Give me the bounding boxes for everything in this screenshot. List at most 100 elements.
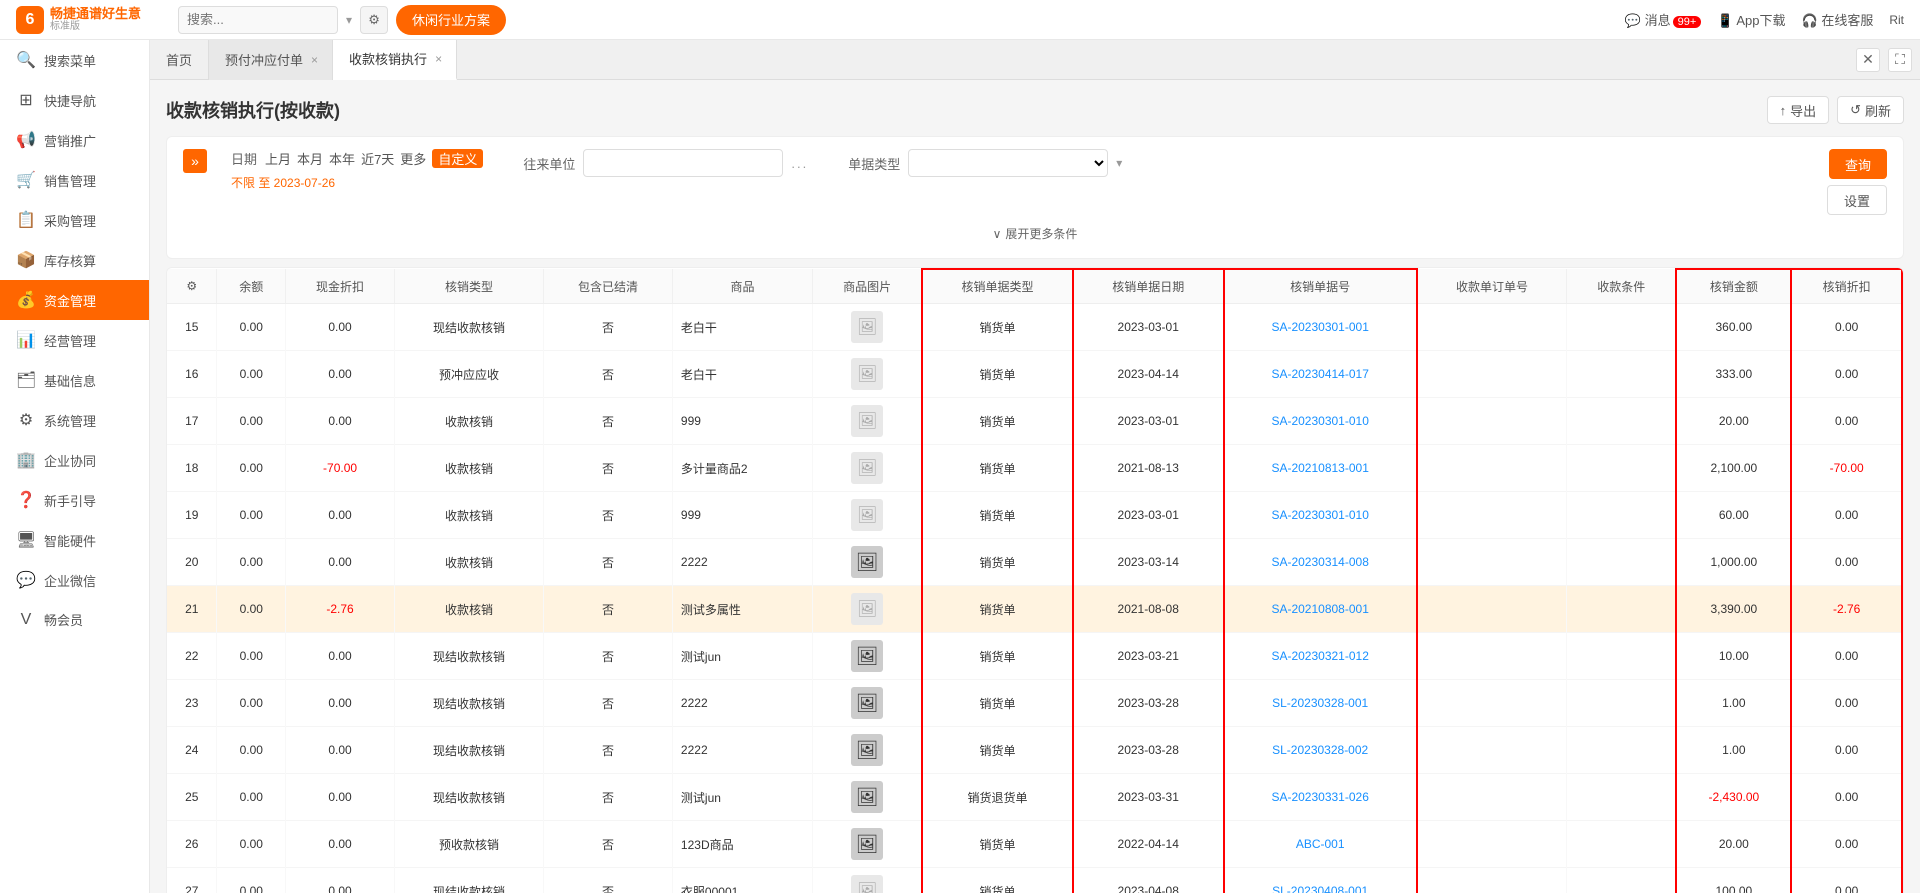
export-button[interactable]: ↑ 导出 bbox=[1767, 96, 1830, 124]
verify-no-cell[interactable]: SA-20210808-001 bbox=[1224, 586, 1417, 633]
refresh-button[interactable]: ↺ 刷新 bbox=[1837, 96, 1904, 124]
verify-no-cell[interactable]: SA-20230321-012 bbox=[1224, 633, 1417, 680]
sidebar-item-basic[interactable]: 🗂 基础信息 bbox=[0, 360, 149, 400]
verify-no-cell[interactable]: SA-20230331-026 bbox=[1224, 774, 1417, 821]
sidebar-item-label: 系统管理 bbox=[44, 411, 96, 430]
app-download-link[interactable]: 📱 App下载 bbox=[1717, 10, 1785, 29]
receipt-no-cell bbox=[1417, 304, 1567, 351]
chevron-down-icon: ▾ bbox=[1116, 156, 1122, 170]
settled-cell: 否 bbox=[544, 633, 673, 680]
page-actions: ↑ 导出 ↺ 刷新 bbox=[1767, 96, 1904, 124]
verify-date-cell: 2023-03-28 bbox=[1073, 680, 1224, 727]
verify-no-cell[interactable]: SL-20230328-001 bbox=[1224, 680, 1417, 727]
verify-date-cell: 2023-03-01 bbox=[1073, 398, 1224, 445]
date-last-month[interactable]: 上月 bbox=[265, 149, 291, 168]
cash-discount-cell: 0.00 bbox=[286, 774, 395, 821]
receipt-cond-cell bbox=[1567, 351, 1677, 398]
tab-close-window-button[interactable]: ✕ bbox=[1856, 48, 1880, 72]
building-icon: 🏢 bbox=[16, 450, 36, 470]
balance-cell: 0.00 bbox=[217, 539, 286, 586]
date-this-year[interactable]: 本年 bbox=[329, 149, 355, 168]
sidebar-item-hardware[interactable]: 🖥 智能硬件 bbox=[0, 520, 149, 560]
chart-icon: 📊 bbox=[16, 330, 36, 350]
verify-no-cell[interactable]: SA-20230301-010 bbox=[1224, 492, 1417, 539]
sidebar-item-label: 营销推广 bbox=[44, 131, 96, 150]
row-no: 20 bbox=[167, 539, 217, 586]
online-service-link[interactable]: 🎧 在线客服 bbox=[1802, 10, 1874, 29]
verify-doc-type-cell: 销货单 bbox=[922, 304, 1073, 351]
cash-discount-cell: 0.00 bbox=[286, 727, 395, 774]
sidebar-item-operation[interactable]: 📊 经营管理 bbox=[0, 320, 149, 360]
messages-link[interactable]: 💬 消息99+ bbox=[1625, 10, 1702, 29]
page-title: 收款核销执行(按收款) bbox=[166, 97, 340, 123]
monitor-icon: 🖥 bbox=[16, 530, 36, 550]
product-image-cell: 🖼 bbox=[813, 680, 923, 727]
verify-no-cell[interactable]: SA-20230314-008 bbox=[1224, 539, 1417, 586]
verify-no-cell[interactable]: SA-20230301-001 bbox=[1224, 304, 1417, 351]
verify-date-cell: 2021-08-13 bbox=[1073, 445, 1224, 492]
row-no: 23 bbox=[167, 680, 217, 727]
receipt-no-cell bbox=[1417, 492, 1567, 539]
product-image-cell: 🖼 bbox=[813, 351, 923, 398]
row-no: 19 bbox=[167, 492, 217, 539]
verify-doc-type-cell: 销货单 bbox=[922, 727, 1073, 774]
filter-collapse-button[interactable]: » bbox=[183, 149, 207, 173]
table-row: 19 0.00 0.00 收款核销 否 999 🖼 销货单 2023-03-01… bbox=[167, 492, 1902, 539]
verify-no-cell[interactable]: ABC-001 bbox=[1224, 821, 1417, 868]
sidebar-item-label: 经营管理 bbox=[44, 331, 96, 350]
receipt-cond-cell bbox=[1567, 586, 1677, 633]
sidebar-item-label: 基础信息 bbox=[44, 371, 96, 390]
industry-solution-button[interactable]: 休闲行业方案 bbox=[396, 5, 506, 35]
sidebar-item-system[interactable]: ⚙ 系统管理 bbox=[0, 400, 149, 440]
date-this-month[interactable]: 本月 bbox=[297, 149, 323, 168]
query-button[interactable]: 查询 bbox=[1829, 149, 1887, 179]
settled-cell: 否 bbox=[544, 727, 673, 774]
sidebar-item-member[interactable]: V 畅会员 bbox=[0, 600, 149, 639]
setting-button[interactable]: 设置 bbox=[1827, 185, 1887, 215]
verify-discount-cell: -70.00 bbox=[1791, 445, 1902, 492]
balance-cell: 0.00 bbox=[217, 492, 286, 539]
verify-no-cell[interactable]: SA-20210813-001 bbox=[1224, 445, 1417, 492]
table-row: 20 0.00 0.00 收款核销 否 2222 🖼 销货单 2023-03-1… bbox=[167, 539, 1902, 586]
tab-maximize-button[interactable]: ⛶ bbox=[1888, 48, 1912, 72]
sidebar-item-guide[interactable]: ❓ 新手引导 bbox=[0, 480, 149, 520]
verify-no-cell[interactable]: SL-20230408-001 bbox=[1224, 868, 1417, 893]
col-verify-date: 核销单据日期 bbox=[1073, 269, 1224, 304]
doc-type-filter-select[interactable] bbox=[908, 149, 1108, 177]
tab-receipt[interactable]: 收款核销执行 × bbox=[333, 40, 457, 80]
verify-no-cell[interactable]: SA-20230301-010 bbox=[1224, 398, 1417, 445]
verify-no-cell[interactable]: SL-20230328-002 bbox=[1224, 727, 1417, 774]
date-7days[interactable]: 近7天 bbox=[361, 149, 394, 168]
tab-receipt-close[interactable]: × bbox=[433, 50, 444, 68]
sidebar-item-corp[interactable]: 🏢 企业协同 bbox=[0, 440, 149, 480]
verify-amount-cell: 2,100.00 bbox=[1676, 445, 1791, 492]
sidebar-item-purchase[interactable]: 📋 采购管理 bbox=[0, 200, 149, 240]
product-cell: 老白干 bbox=[672, 304, 812, 351]
verify-no-cell[interactable]: SA-20230414-017 bbox=[1224, 351, 1417, 398]
sidebar-item-search[interactable]: 🔍 搜索菜单 bbox=[0, 40, 149, 80]
product-image-cell: 🖼 bbox=[813, 727, 923, 774]
app-version: 标准版 bbox=[50, 21, 141, 33]
sidebar-item-quick-nav[interactable]: ⊞ 快捷导航 bbox=[0, 80, 149, 120]
verify-discount-cell: 0.00 bbox=[1791, 304, 1902, 351]
sidebar-item-marketing[interactable]: 📢 营销推广 bbox=[0, 120, 149, 160]
partner-filter-input[interactable] bbox=[583, 149, 783, 177]
sidebar-item-inventory[interactable]: 📦 库存核算 bbox=[0, 240, 149, 280]
col-settings[interactable]: ⚙ bbox=[167, 269, 217, 304]
tab-home[interactable]: 首页 bbox=[150, 40, 209, 80]
cash-discount-cell: 0.00 bbox=[286, 680, 395, 727]
user-name[interactable]: Rit bbox=[1889, 13, 1904, 27]
sidebar-item-wechat[interactable]: 💬 企业微信 bbox=[0, 560, 149, 600]
date-more[interactable]: 更多 bbox=[400, 149, 426, 168]
expand-conditions-button[interactable]: ∨ 展开更多条件 bbox=[183, 221, 1887, 246]
tab-prepay-close[interactable]: × bbox=[309, 51, 320, 69]
tab-prepay[interactable]: 预付冲应付单 × bbox=[209, 40, 333, 80]
sidebar-item-finance[interactable]: 💰 资金管理 bbox=[0, 280, 149, 320]
date-custom[interactable]: 自定义 bbox=[432, 149, 483, 168]
settings-gear-button[interactable]: ⚙ bbox=[360, 6, 388, 34]
search-input[interactable] bbox=[178, 6, 338, 34]
sidebar-item-sales[interactable]: 🛒 销售管理 bbox=[0, 160, 149, 200]
verify-doc-type-cell: 销货单 bbox=[922, 586, 1073, 633]
partner-filter-label: 往来单位 bbox=[523, 154, 575, 173]
balance-cell: 0.00 bbox=[217, 351, 286, 398]
